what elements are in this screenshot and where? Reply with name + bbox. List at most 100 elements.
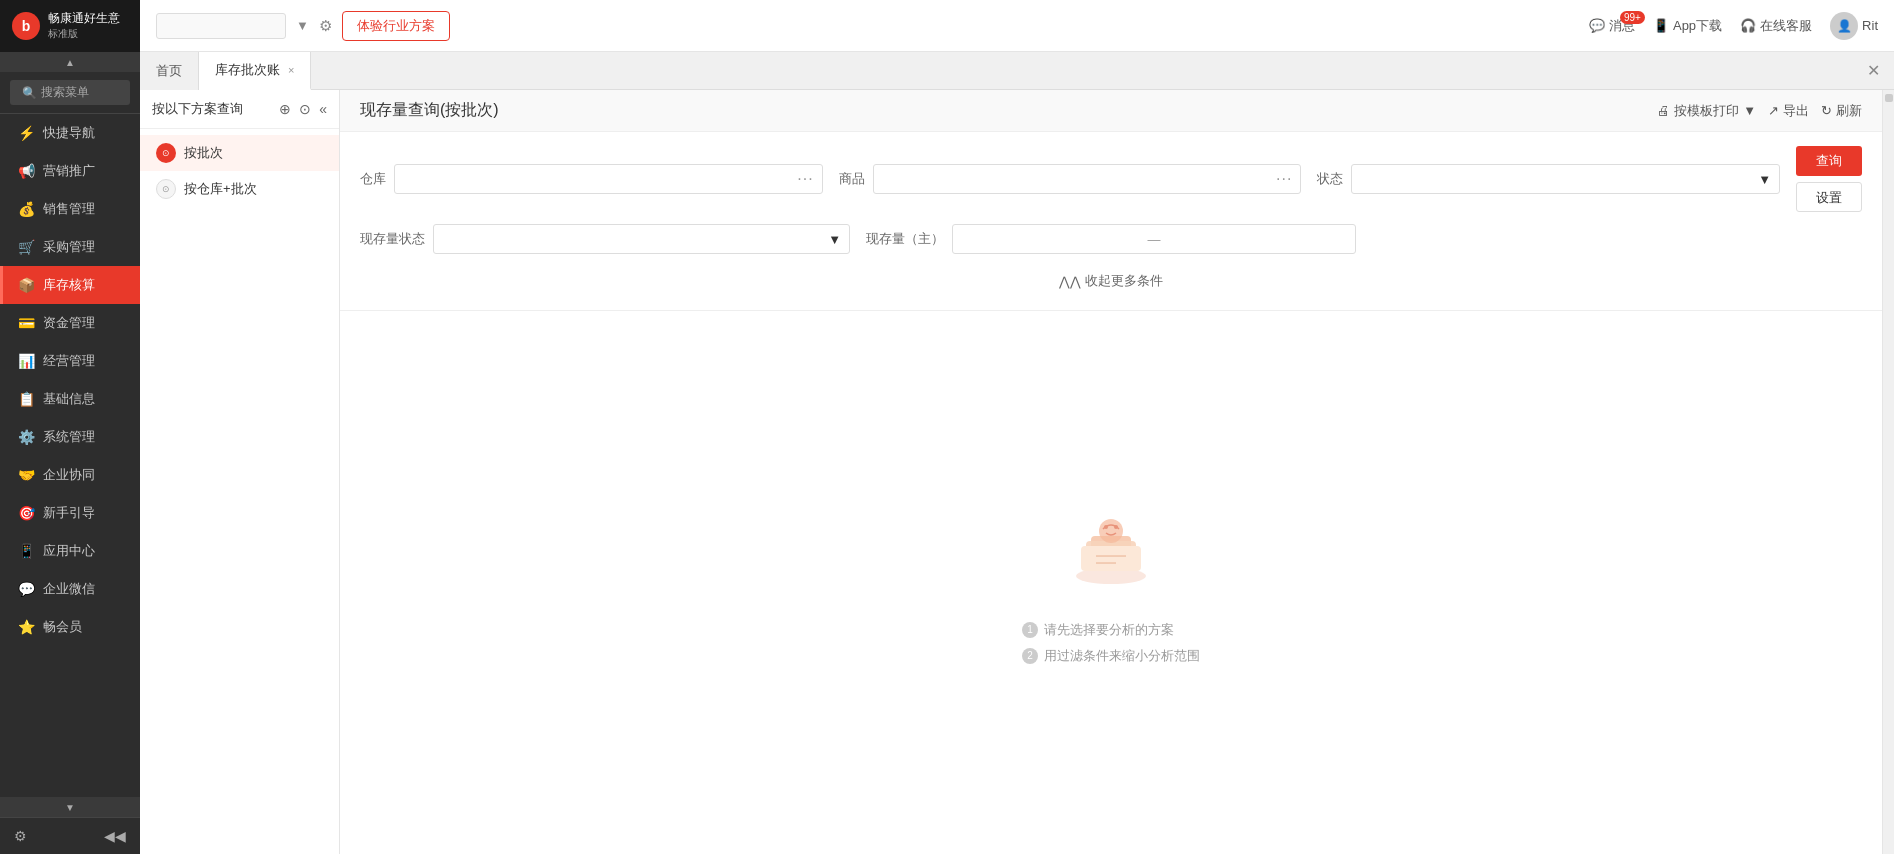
avatar-icon: 👤	[1837, 19, 1852, 33]
sidebar-item-label: 企业微信	[43, 580, 95, 598]
sidebar-item-label: 快捷导航	[43, 124, 95, 142]
inventory-qty-range[interactable]: —	[952, 224, 1356, 254]
sidebar-item-purchase[interactable]: 🛒 采购管理	[0, 228, 140, 266]
collapse-sidebar-icon[interactable]: ◀◀	[104, 828, 126, 844]
sidebar-item-wechat[interactable]: 💬 企业微信	[0, 570, 140, 608]
plan-batch-label: 按批次	[184, 144, 223, 162]
right-scrollbar[interactable]	[1882, 90, 1894, 854]
topbar-right: 💬 消息 99+ 📱 App下载 🎧 在线客服 👤 Rit	[1589, 12, 1878, 40]
tip-num-1: 1	[1022, 622, 1038, 638]
empty-tips: 1 请先选择要分析的方案 2 用过滤条件来缩小分析范围	[1022, 621, 1200, 665]
sidebar-search[interactable]: 🔍 搜索菜单	[0, 72, 140, 114]
tab-close-icon[interactable]: ×	[288, 64, 294, 76]
plan-item-warehouse-batch[interactable]: ⊙ 按仓库+批次	[140, 171, 339, 207]
enterprise-icon: 🤝	[17, 466, 35, 484]
system-icon: ⚙️	[17, 428, 35, 446]
svg-point-5	[1104, 525, 1108, 529]
add-plan-icon[interactable]: ⊕	[279, 101, 291, 117]
export-icon: ↗	[1768, 103, 1779, 118]
sidebar-nav: ⚡ 快捷导航 📢 营销推广 💰 销售管理 🛒 采购管理 📦 库存核算 💳 资金管…	[0, 114, 140, 797]
print-btn[interactable]: 🖨 按模板打印 ▼	[1657, 102, 1756, 120]
settings-plan-icon[interactable]: ⊙	[299, 101, 311, 117]
experience-btn[interactable]: 体验行业方案	[342, 11, 450, 41]
svg-point-6	[1114, 525, 1118, 529]
topbar-gear-icon[interactable]: ⚙	[319, 17, 332, 35]
sidebar-item-member[interactable]: ⭐ 畅会员	[0, 608, 140, 646]
query-btn[interactable]: 查询	[1796, 146, 1862, 176]
page-header: 现存量查询(按批次) 🖨 按模板打印 ▼ ↗ 导出 ↻ 刷新	[340, 90, 1882, 132]
refresh-icon: ↻	[1821, 103, 1832, 118]
sidebar-item-inventory[interactable]: 📦 库存核算	[0, 266, 140, 304]
status-filter: 状态 ▼	[1317, 164, 1780, 194]
sidebar-item-app-center[interactable]: 📱 应用中心	[0, 532, 140, 570]
left-panel-header: 按以下方案查询 ⊕ ⊙ «	[140, 90, 339, 129]
left-panel-title: 按以下方案查询	[152, 100, 243, 118]
sidebar-item-finance[interactable]: 💳 资金管理	[0, 304, 140, 342]
inventory-status-select[interactable]: ▼	[433, 224, 850, 254]
sidebar-item-quick-nav[interactable]: ⚡ 快捷导航	[0, 114, 140, 152]
refresh-btn[interactable]: ↻ 刷新	[1821, 102, 1862, 120]
settings-icon[interactable]: ⚙	[14, 828, 27, 844]
search-menu-btn[interactable]: 🔍 搜索菜单	[10, 80, 130, 105]
status-select[interactable]: ▼	[1351, 164, 1780, 194]
tab-home[interactable]: 首页	[140, 52, 199, 90]
export-btn[interactable]: ↗ 导出	[1768, 102, 1809, 120]
filter-row-2: 现存量状态 ▼ 现存量（主） —	[360, 224, 1862, 254]
tab-inventory-batch[interactable]: 库存批次账 ×	[199, 52, 311, 90]
tip-text-2: 用过滤条件来缩小分析范围	[1044, 647, 1200, 665]
collapse-panel-icon[interactable]: «	[319, 101, 327, 117]
newbie-icon: 🎯	[17, 504, 35, 522]
purchase-icon: 🛒	[17, 238, 35, 256]
goods-more-icon[interactable]: ···	[1276, 170, 1292, 188]
scrollbar-thumb[interactable]	[1885, 94, 1893, 102]
collapse-filter-btn[interactable]: ⋀⋀ 收起更多条件	[360, 266, 1862, 296]
left-panel: 按以下方案查询 ⊕ ⊙ « ⊙ 按批次 ⊙ 按仓库+批次	[140, 90, 340, 854]
page-title: 现存量查询(按批次)	[360, 100, 499, 121]
sidebar-scroll-down[interactable]: ▼	[0, 797, 140, 817]
plan-warehouse-label: 按仓库+批次	[184, 180, 257, 198]
operations-icon: 📊	[17, 352, 35, 370]
messages-btn[interactable]: 💬 消息 99+	[1589, 17, 1635, 35]
online-service-btn[interactable]: 🎧 在线客服	[1740, 17, 1812, 35]
message-icon: 💬	[1589, 18, 1605, 33]
goods-filter: 商品 ···	[839, 164, 1302, 194]
sidebar-item-label: 基础信息	[43, 390, 95, 408]
left-panel-actions: ⊕ ⊙ «	[279, 101, 327, 117]
sidebar-item-enterprise[interactable]: 🤝 企业协同	[0, 456, 140, 494]
sidebar-item-newbie[interactable]: 🎯 新手引导	[0, 494, 140, 532]
warehouse-input[interactable]: ···	[394, 164, 823, 194]
quick-nav-icon: ⚡	[17, 124, 35, 142]
sidebar-footer: ⚙ ◀◀	[0, 817, 140, 854]
sidebar-item-sales[interactable]: 💰 销售管理	[0, 190, 140, 228]
tabs-bar: 首页 库存批次账 × ✕	[140, 52, 1894, 90]
marketing-icon: 📢	[17, 162, 35, 180]
app-center-icon: 📱	[17, 542, 35, 560]
goods-input[interactable]: ···	[873, 164, 1302, 194]
print-dropdown-icon[interactable]: ▼	[1743, 103, 1756, 118]
inventory-status-label: 现存量状态	[360, 230, 425, 248]
topbar-search-input[interactable]	[156, 13, 286, 39]
empty-illustration	[1061, 501, 1161, 601]
sidebar-item-marketing[interactable]: 📢 营销推广	[0, 152, 140, 190]
topbar-dropdown-arrow[interactable]: ▼	[296, 18, 309, 33]
sidebar-item-label: 营销推广	[43, 162, 95, 180]
topbar: ▼ ⚙ 体验行业方案 💬 消息 99+ 📱 App下载 🎧 在线客服 👤	[140, 0, 1894, 52]
panel-close-btn[interactable]: ✕	[1853, 61, 1894, 80]
plan-item-batch[interactable]: ⊙ 按批次	[140, 135, 339, 171]
settings-btn[interactable]: 设置	[1796, 182, 1862, 212]
inventory-qty-filter: 现存量（主） —	[866, 224, 1356, 254]
phone-icon: 📱	[1653, 18, 1669, 33]
svg-rect-3	[1081, 546, 1141, 571]
sidebar-item-basic[interactable]: 📋 基础信息	[0, 380, 140, 418]
tab-home-label: 首页	[156, 62, 182, 80]
print-label: 按模板打印	[1674, 102, 1739, 120]
sidebar-item-system[interactable]: ⚙️ 系统管理	[0, 418, 140, 456]
warehouse-more-icon[interactable]: ···	[797, 170, 813, 188]
app-download-btn[interactable]: 📱 App下载	[1653, 17, 1722, 35]
qty-range-dash: —	[1148, 232, 1161, 247]
avatar: 👤	[1830, 12, 1858, 40]
sidebar: b 畅康通好生意 标准版 ▲ 🔍 搜索菜单 ⚡ 快捷导航 📢 营销推广 💰 销售…	[0, 0, 140, 854]
sidebar-item-operations[interactable]: 📊 经营管理	[0, 342, 140, 380]
sidebar-scroll-up[interactable]: ▲	[0, 52, 140, 72]
user-avatar-btn[interactable]: 👤 Rit	[1830, 12, 1878, 40]
